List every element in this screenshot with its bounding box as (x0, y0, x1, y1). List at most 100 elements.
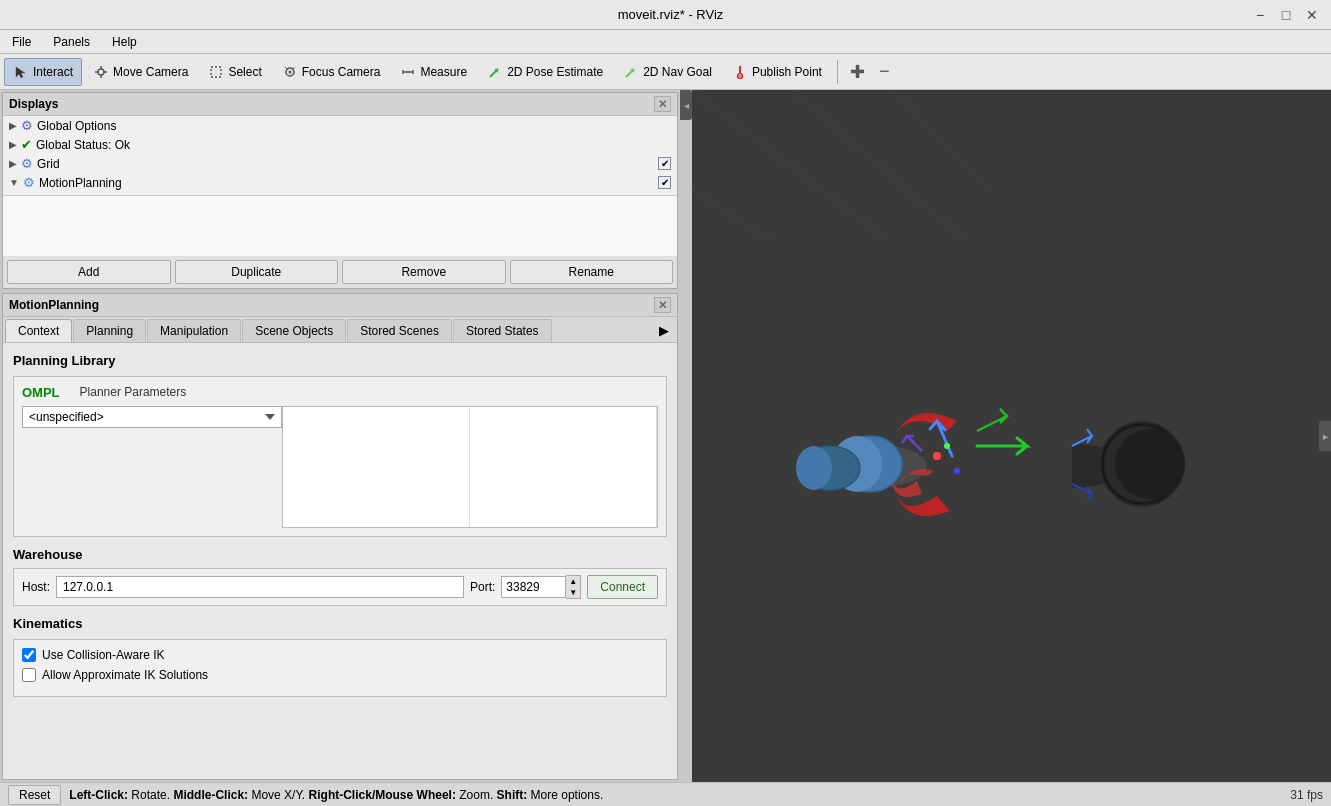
3d-viewport[interactable]: ▸ (692, 90, 1331, 782)
menu-panels[interactable]: Panels (47, 33, 96, 51)
main-content: Displays ✕ ▶ ⚙ Global Options ▶ ✔ Global… (0, 90, 1331, 782)
hint-right: Right-Click/Mouse Wheel: (309, 788, 456, 802)
displays-list: ▶ ⚙ Global Options ▶ ✔ Global Status: Ok… (3, 116, 677, 196)
display-label-global-options: Global Options (37, 119, 116, 133)
menu-file[interactable]: File (6, 33, 37, 51)
collision-ik-label[interactable]: Use Collision-Aware IK (42, 648, 165, 662)
planner-select-wrap: <unspecified> (22, 406, 282, 528)
motion-checkbox[interactable]: ✔ (658, 176, 671, 189)
display-item-global-status[interactable]: ▶ ✔ Global Status: Ok (3, 135, 677, 154)
tab-manipulation[interactable]: Manipulation (147, 319, 241, 342)
svg-point-41 (944, 443, 950, 449)
planner-select[interactable]: <unspecified> (22, 406, 282, 428)
warehouse-row: Host: Port: ▲ ▼ Connect (13, 568, 667, 606)
publish-point-button[interactable]: Publish Point (723, 58, 831, 86)
status-hint: Left-Click: Rotate. Middle-Click: Move X… (69, 788, 1290, 802)
tab-scene-objects[interactable]: Scene Objects (242, 319, 346, 342)
svg-marker-0 (16, 67, 25, 78)
svg-point-8 (288, 70, 291, 73)
rename-button[interactable]: Rename (510, 260, 674, 284)
minimize-button[interactable]: − (1251, 7, 1269, 23)
displays-empty-area (3, 196, 677, 256)
duplicate-button[interactable]: Duplicate (175, 260, 339, 284)
2d-nav-label: 2D Nav Goal (643, 65, 712, 79)
add-display-button[interactable]: Add (7, 260, 171, 284)
ompl-body: <unspecified> (22, 406, 658, 528)
focus-icon (282, 64, 298, 80)
display-item-global-options[interactable]: ▶ ⚙ Global Options (3, 116, 677, 135)
handle-dots: ◂ (684, 100, 689, 111)
port-input[interactable] (501, 576, 566, 598)
toolbar-divider (837, 60, 838, 84)
display-item-grid[interactable]: ▶ ⚙ Grid ✔ (3, 154, 677, 173)
tab-stored-states[interactable]: Stored States (453, 319, 552, 342)
reset-button[interactable]: Reset (8, 785, 61, 805)
remove-button[interactable]: Remove (342, 260, 506, 284)
connect-button[interactable]: Connect (587, 575, 658, 599)
displays-close-button[interactable]: ✕ (654, 96, 671, 112)
left-resize-handle[interactable]: ◂ (680, 90, 692, 120)
display-item-motion-planning[interactable]: ▼ ⚙ MotionPlanning ✔ (3, 173, 677, 192)
2d-pose-label: 2D Pose Estimate (507, 65, 603, 79)
minus-icon[interactable]: − (873, 59, 896, 84)
move-icon (93, 64, 109, 80)
host-input[interactable] (56, 576, 464, 598)
close-button[interactable]: ✕ (1303, 7, 1321, 23)
grid-checkbox[interactable]: ✔ (658, 157, 671, 170)
tabs-scroll-right[interactable]: ▶ (653, 321, 675, 340)
host-label: Host: (22, 580, 50, 594)
title-bar: moveit.rviz* - RViz − □ ✕ (0, 0, 1331, 30)
svg-point-34 (1115, 429, 1185, 499)
robot-3d-view (762, 236, 1262, 636)
grid-icon: ⚙ (21, 156, 33, 171)
planning-library-title: Planning Library (13, 353, 667, 368)
port-spinbox: ▲ ▼ (501, 575, 581, 599)
motion-icon: ⚙ (23, 175, 35, 190)
port-down-button[interactable]: ▼ (566, 587, 580, 598)
display-label-grid: Grid (37, 157, 60, 171)
move-camera-button[interactable]: Move Camera (84, 58, 197, 86)
hint-left-action: Rotate. (128, 788, 173, 802)
2d-pose-button[interactable]: 2D Pose Estimate (478, 58, 612, 86)
port-up-button[interactable]: ▲ (566, 576, 580, 587)
display-label-global-status: Global Status: Ok (36, 138, 130, 152)
arrow-icon: ▼ (9, 177, 19, 188)
displays-header: Displays ✕ (3, 93, 677, 116)
displays-title: Displays (9, 97, 58, 111)
tab-planning[interactable]: Planning (73, 319, 146, 342)
warehouse-title: Warehouse (13, 547, 667, 562)
move-camera-label: Move Camera (113, 65, 188, 79)
approx-ik-row: Allow Approximate IK Solutions (22, 668, 658, 682)
planner-params-col-2 (470, 407, 657, 527)
select-button[interactable]: Select (199, 58, 270, 86)
tab-context[interactable]: Context (5, 319, 72, 342)
menu-help[interactable]: Help (106, 33, 143, 51)
plus-icon[interactable]: ✚ (844, 59, 871, 85)
svg-point-38 (796, 446, 832, 490)
motion-panel-title: MotionPlanning (9, 298, 99, 312)
maximize-button[interactable]: □ (1277, 7, 1295, 23)
svg-point-1 (98, 69, 104, 75)
motion-panel-close[interactable]: ✕ (654, 297, 671, 313)
right-resize-handle[interactable]: ▸ (1319, 421, 1331, 451)
nav2d-icon (623, 64, 639, 80)
measure-button[interactable]: Measure (391, 58, 476, 86)
tab-stored-scenes[interactable]: Stored Scenes (347, 319, 452, 342)
approx-ik-checkbox[interactable] (22, 668, 36, 682)
interact-button[interactable]: Interact (4, 58, 82, 86)
2d-nav-button[interactable]: 2D Nav Goal (614, 58, 721, 86)
focus-camera-button[interactable]: Focus Camera (273, 58, 390, 86)
collision-ik-checkbox[interactable] (22, 648, 36, 662)
svg-point-40 (954, 468, 960, 474)
approx-ik-label[interactable]: Allow Approximate IK Solutions (42, 668, 208, 682)
collision-ik-row: Use Collision-Aware IK (22, 648, 658, 662)
window-controls[interactable]: − □ ✕ (1251, 7, 1321, 23)
planner-params-grid (282, 406, 658, 528)
displays-buttons: Add Duplicate Remove Rename (3, 256, 677, 288)
kinematics-section: Kinematics Use Collision-Aware IK Allow … (13, 616, 667, 697)
interact-label: Interact (33, 65, 73, 79)
arrow-icon: ▶ (9, 158, 17, 169)
port-arrows: ▲ ▼ (566, 575, 581, 599)
arrow-icon: ▶ (9, 120, 17, 131)
tabs-bar: Context Planning Manipulation Scene Obje… (3, 317, 677, 343)
